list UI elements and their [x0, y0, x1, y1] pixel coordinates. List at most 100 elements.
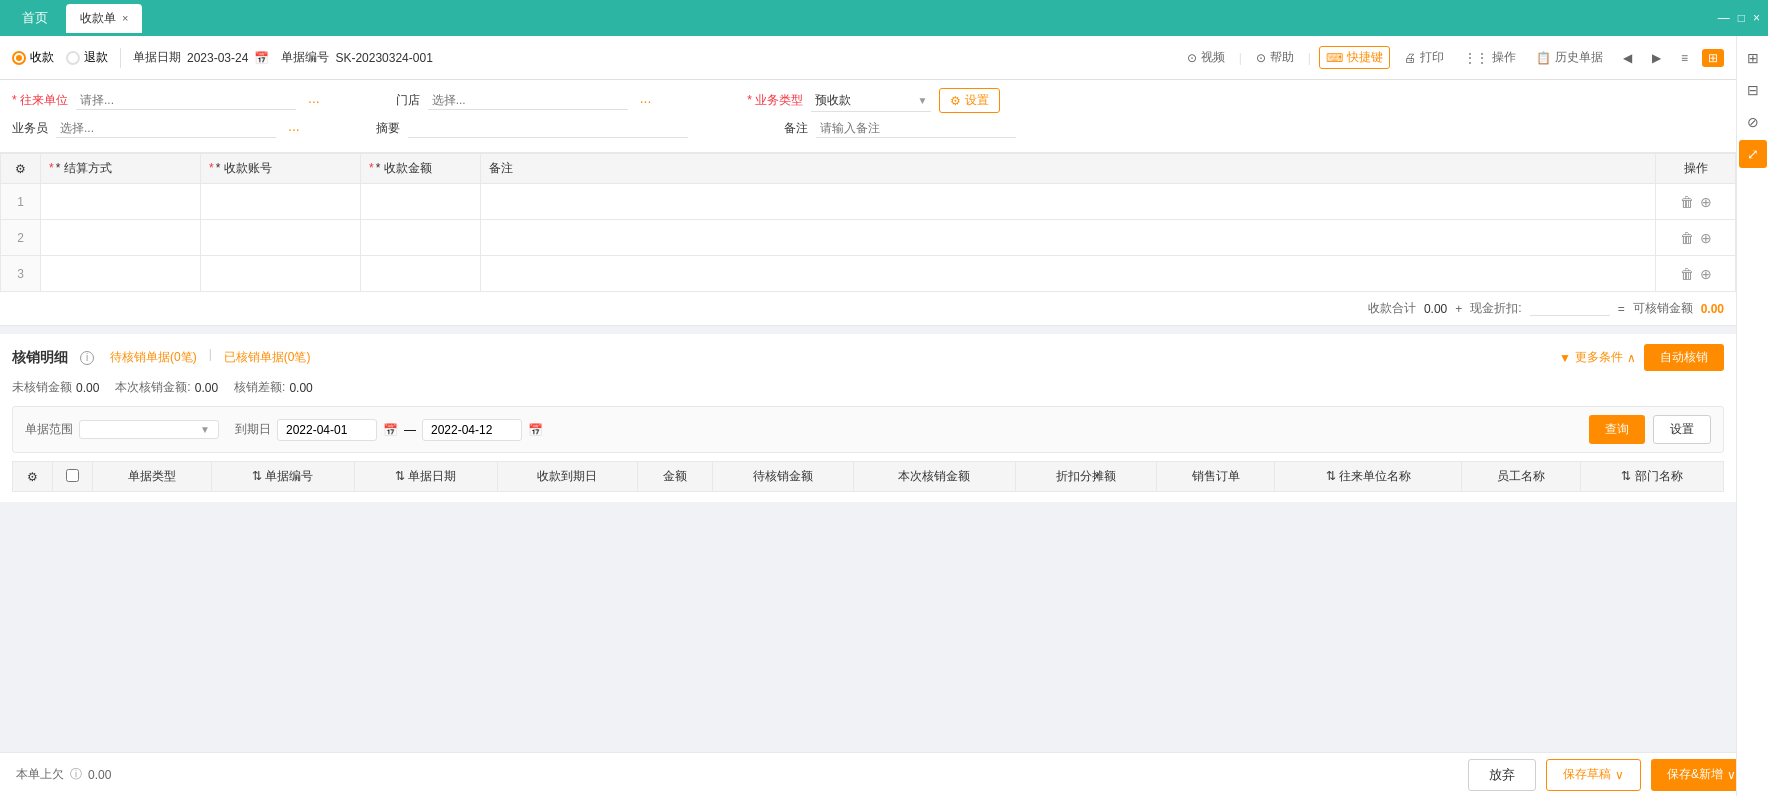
row-copy-1[interactable]: ⊕	[1700, 194, 1712, 210]
history-btn[interactable]: 📋 历史单据	[1530, 47, 1609, 68]
total-value: 0.00	[1424, 302, 1447, 316]
row-remark-2[interactable]	[481, 220, 1656, 256]
calendar-icon[interactable]: 📅	[254, 51, 269, 65]
store-input[interactable]	[428, 91, 628, 110]
tab-done[interactable]: 已核销单据(0笔)	[220, 347, 315, 368]
number-label: 单据编号	[281, 49, 329, 66]
sidebar-expand-icon[interactable]: ⤢	[1739, 140, 1767, 168]
auto-verify-btn[interactable]: 自动核销	[1644, 344, 1724, 371]
business-type-value: 预收款	[815, 92, 913, 109]
calendar-end-icon[interactable]: 📅	[528, 423, 543, 437]
date-end-input[interactable]	[422, 419, 522, 441]
tab-pending[interactable]: 待核销单据(0笔)	[106, 347, 201, 368]
video-btn[interactable]: ⊙ 视频	[1181, 47, 1231, 68]
toolbar-right: ⊙ 视频 | ⊙ 帮助 | ⌨ 快捷键 🖨 打印 ⋮⋮	[1181, 46, 1724, 69]
row-account-1[interactable]	[201, 184, 361, 220]
tab-close-icon[interactable]: ×	[122, 12, 128, 24]
tab-receipt[interactable]: 收款单 ×	[66, 4, 142, 33]
abandon-btn[interactable]: 放弃	[1468, 759, 1536, 791]
form-settings-btn[interactable]: ⚙ 设置	[939, 88, 1000, 113]
range-select[interactable]: ▼	[79, 420, 219, 439]
summary-row: 收款合计 0.00 + 现金折扣: = 可核销金额 0.00	[0, 292, 1736, 326]
row-copy-2[interactable]: ⊕	[1700, 230, 1712, 246]
row-remark-3[interactable]	[481, 256, 1656, 292]
refund-radio-label: 退款	[84, 49, 108, 66]
row-amount-1[interactable]	[361, 184, 481, 220]
main-content: 收款 退款 单据日期 2023-03-24 📅 单据编号 SK-20230324…	[0, 36, 1768, 752]
footer-right: 放弃 保存草稿 ∨ 保存&新增 ∨	[1468, 759, 1752, 791]
counterpart-dots[interactable]: ···	[308, 93, 320, 109]
more-conditions-btn[interactable]: ▼ 更多条件 ∧	[1559, 349, 1636, 366]
print-label: 打印	[1420, 49, 1444, 66]
row-action-1: 🗑 ⊕	[1656, 184, 1736, 220]
current-label: 本次核销金额:	[115, 379, 190, 396]
split-btn[interactable]: ⊞	[1702, 49, 1724, 67]
form-area: * 往来单位 ··· 门店 ··· * 业务类型 预收款 ▼ ⚙ 设置	[0, 80, 1736, 153]
this-order-info-icon[interactable]: ⓘ	[70, 766, 82, 783]
th-gear[interactable]: ⚙	[13, 462, 53, 492]
sidebar-link-icon[interactable]: ⊘	[1739, 108, 1767, 136]
operation-btn[interactable]: ⋮⋮ 操作	[1458, 47, 1522, 68]
refund-radio[interactable]: 退款	[66, 49, 108, 66]
th-checkbox	[53, 462, 93, 492]
row-copy-3[interactable]: ⊕	[1700, 266, 1712, 282]
number-field: 单据编号 SK-20230324-001	[281, 49, 432, 66]
row-account-3[interactable]	[201, 256, 361, 292]
date-start-input[interactable]	[277, 419, 377, 441]
row-index-3: 3	[1, 256, 41, 292]
verify-info-icon[interactable]: i	[80, 351, 94, 365]
table-gear-header[interactable]: ⚙	[1, 154, 41, 184]
salesperson-input[interactable]	[56, 119, 276, 138]
row-delete-1[interactable]: 🗑	[1680, 194, 1694, 210]
shortcut-btn[interactable]: ⌨ 快捷键	[1319, 46, 1390, 69]
tab-home[interactable]: 首页	[8, 3, 62, 33]
print-btn[interactable]: 🖨 打印	[1398, 47, 1450, 68]
salesperson-dots[interactable]: ···	[288, 121, 300, 137]
discount-input[interactable]	[1530, 301, 1610, 316]
tab-bar: 首页 收款单 × — □ ×	[0, 0, 1768, 36]
receipt-radio[interactable]: 收款	[12, 49, 54, 66]
counterpart-input[interactable]	[76, 91, 296, 110]
th-doc-number: ⇅ 单据编号	[211, 462, 354, 492]
th-discount: 折扣分摊额	[1016, 462, 1157, 492]
row-settlement-1[interactable]	[41, 184, 201, 220]
row-action-3: 🗑 ⊕	[1656, 256, 1736, 292]
amount-header: ** 收款金额	[361, 154, 481, 184]
range-filter: 单据范围 ▼	[25, 420, 219, 439]
th-dept: ⇅ 部门名称	[1580, 462, 1723, 492]
summary-input[interactable]	[408, 119, 688, 138]
help-btn[interactable]: ⊙ 帮助	[1250, 47, 1300, 68]
row-delete-3[interactable]: 🗑	[1680, 266, 1694, 282]
sidebar-print-icon[interactable]: ⊟	[1739, 76, 1767, 104]
filter-settings-btn[interactable]: 设置	[1653, 415, 1711, 444]
row-settlement-2[interactable]	[41, 220, 201, 256]
nav-left-btn[interactable]: ◀	[1617, 49, 1638, 67]
maximize-btn[interactable]: □	[1738, 11, 1745, 25]
row-remark-1[interactable]	[481, 184, 1656, 220]
receipt-radio-label: 收款	[30, 49, 54, 66]
nav-right-btn[interactable]: ▶	[1646, 49, 1667, 67]
calendar-start-icon[interactable]: 📅	[383, 423, 398, 437]
row-amount-3[interactable]	[361, 256, 481, 292]
store-dots[interactable]: ···	[640, 93, 652, 109]
row-account-2[interactable]	[201, 220, 361, 256]
save-draft-btn[interactable]: 保存草稿 ∨	[1546, 759, 1641, 791]
verify-title: 核销明细	[12, 349, 68, 367]
close-btn[interactable]: ×	[1753, 11, 1760, 25]
this-order-value: 0.00	[88, 768, 111, 782]
unverified-stat: 未核销金额 0.00	[12, 379, 99, 396]
right-sidebar: ⊞ ⊟ ⊘ ⤢	[1736, 36, 1768, 796]
business-type-select[interactable]: 预收款 ▼	[811, 90, 931, 112]
row-delete-2[interactable]: 🗑	[1680, 230, 1694, 246]
minimize-btn[interactable]: —	[1718, 11, 1730, 25]
row-settlement-3[interactable]	[41, 256, 201, 292]
grid-btn[interactable]: ≡	[1675, 49, 1694, 67]
history-icon: 📋	[1536, 51, 1551, 65]
range-label: 单据范围	[25, 421, 73, 438]
unverified-value: 0.00	[76, 381, 99, 395]
row-amount-2[interactable]	[361, 220, 481, 256]
remark-input[interactable]	[816, 119, 1016, 138]
sidebar-table-icon[interactable]: ⊞	[1739, 44, 1767, 72]
select-all-checkbox[interactable]	[66, 469, 79, 482]
query-btn[interactable]: 查询	[1589, 415, 1645, 444]
